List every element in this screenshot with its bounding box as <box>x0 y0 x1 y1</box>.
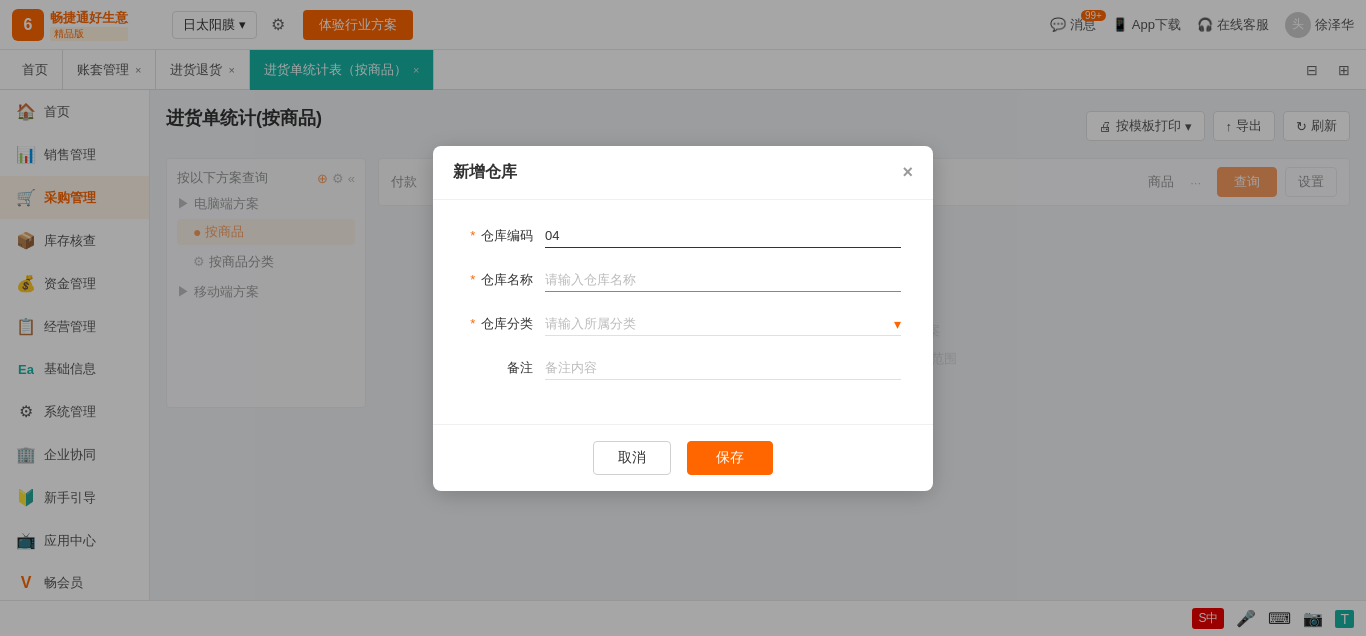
form-label-remark: 备注 <box>465 359 545 377</box>
modal-footer: 取消 保存 <box>433 424 933 491</box>
cancel-button[interactable]: 取消 <box>593 441 671 475</box>
label-name-text: 仓库名称 <box>481 272 533 287</box>
warehouse-category-select[interactable]: 请输入所属分类 <box>545 312 901 336</box>
required-star-name: * <box>470 272 475 287</box>
form-row-remark: 备注 <box>465 356 901 380</box>
modal-body: * 仓库编码 * 仓库名称 * 仓库分类 <box>433 200 933 424</box>
form-label-name: * 仓库名称 <box>465 271 545 289</box>
form-row-category: * 仓库分类 请输入所属分类 ▾ <box>465 312 901 336</box>
label-category-text: 仓库分类 <box>481 316 533 331</box>
form-label-code: * 仓库编码 <box>465 227 545 245</box>
required-star-code: * <box>470 228 475 243</box>
form-row-code: * 仓库编码 <box>465 224 901 248</box>
modal-title: 新增仓库 <box>453 162 517 183</box>
label-remark-text: 备注 <box>507 360 533 375</box>
save-button[interactable]: 保存 <box>687 441 773 475</box>
form-label-category: * 仓库分类 <box>465 315 545 333</box>
add-warehouse-modal: 新增仓库 × * 仓库编码 * 仓库名称 <box>433 146 933 491</box>
required-star-category: * <box>470 316 475 331</box>
modal-header: 新增仓库 × <box>433 146 933 200</box>
warehouse-category-wrapper: 请输入所属分类 ▾ <box>545 312 901 336</box>
warehouse-code-input[interactable] <box>545 224 901 248</box>
modal-overlay: 新增仓库 × * 仓库编码 * 仓库名称 <box>0 0 1366 636</box>
form-row-name: * 仓库名称 <box>465 268 901 292</box>
warehouse-name-input[interactable] <box>545 268 901 292</box>
label-code-text: 仓库编码 <box>481 228 533 243</box>
modal-close-button[interactable]: × <box>902 163 913 181</box>
warehouse-remark-input[interactable] <box>545 356 901 380</box>
